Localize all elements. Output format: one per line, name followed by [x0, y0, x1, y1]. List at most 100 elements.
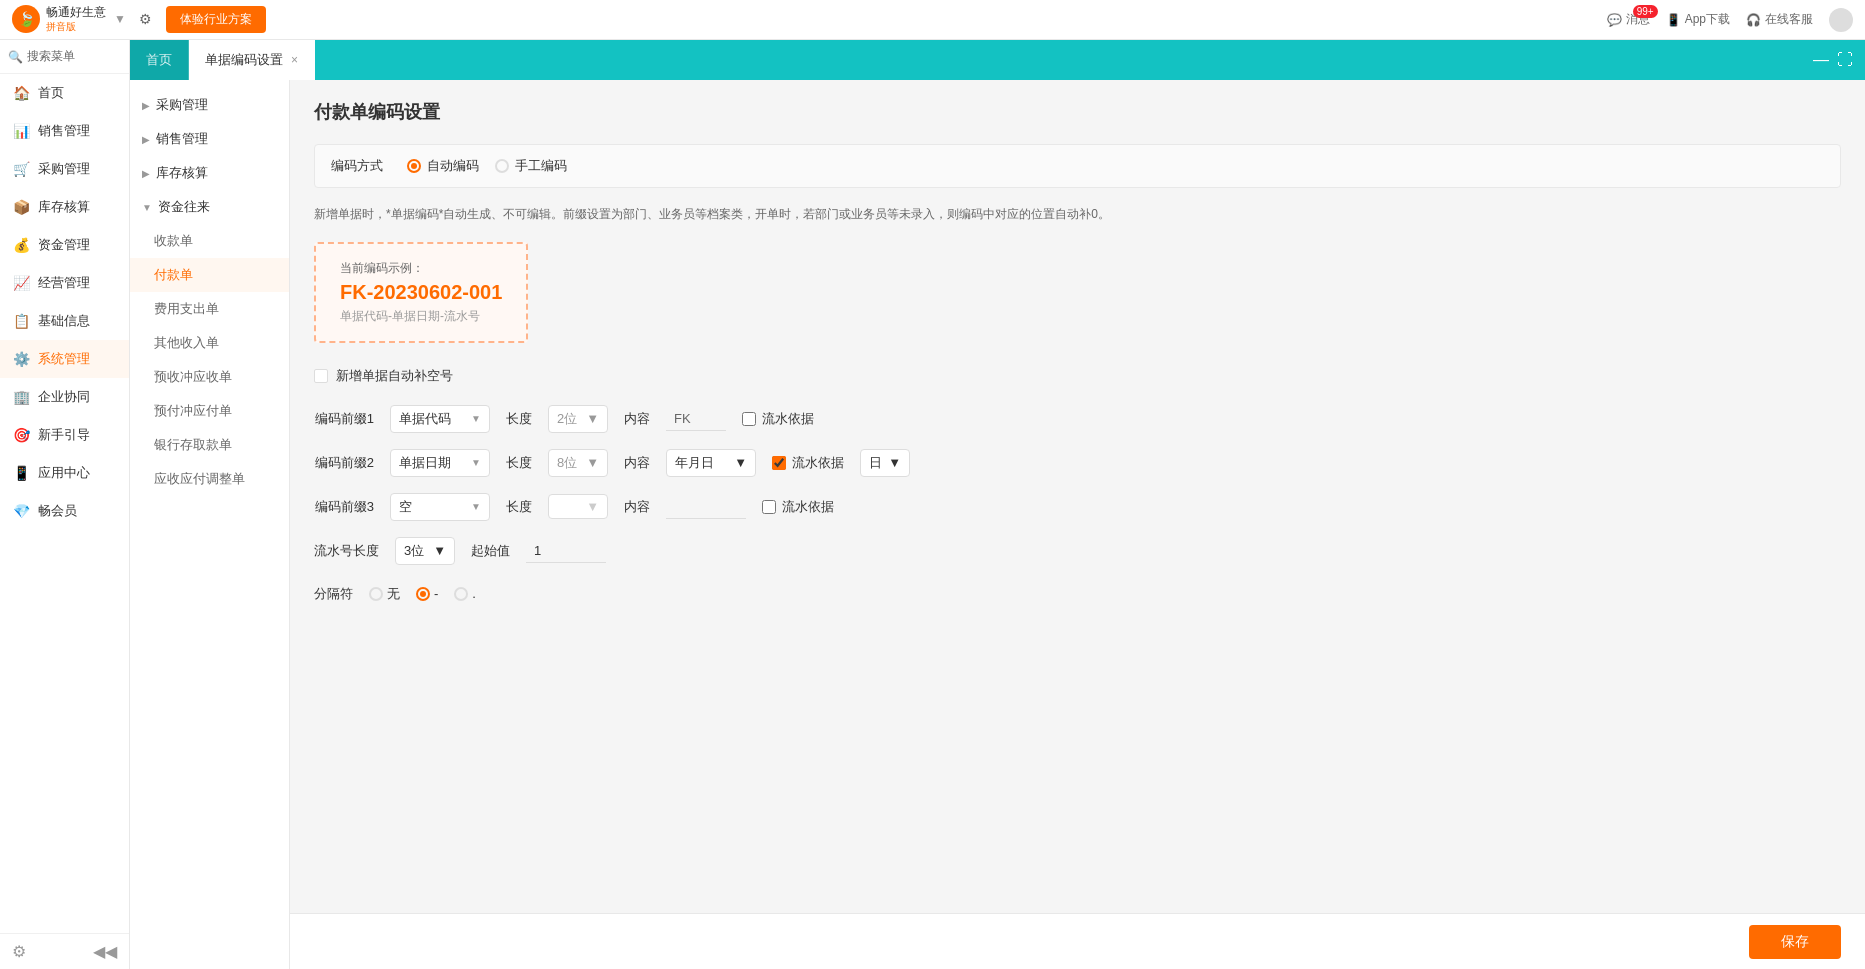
- serial-follow2-label: 流水依据: [792, 454, 844, 472]
- finance-icon: 💰: [12, 236, 30, 254]
- sub-menu-item-receipt[interactable]: 收款单: [130, 224, 289, 258]
- sep-dash-circle: [416, 587, 430, 601]
- sidebar-item-vip[interactable]: 💎 畅会员: [0, 492, 129, 530]
- preview-desc: 单据代码-单据日期-流水号: [340, 308, 502, 325]
- sep-dash-radio[interactable]: -: [416, 586, 438, 601]
- settings-icon[interactable]: ⚙: [134, 7, 158, 31]
- radio-manual-encode[interactable]: 手工编码: [495, 157, 567, 175]
- prefix1-select[interactable]: 单据代码 ▼: [390, 405, 490, 433]
- sidebar-item-guide[interactable]: 🎯 新手引导: [0, 416, 129, 454]
- sub-menu-header-inventory[interactable]: ▶ 库存核算: [130, 156, 289, 190]
- length1-select[interactable]: 2位 ▼: [548, 405, 608, 433]
- length2-select[interactable]: 8位 ▼: [548, 449, 608, 477]
- day-select[interactable]: 日 ▼: [860, 449, 910, 477]
- sub-menu-header-capital[interactable]: ▼ 资金往来: [130, 190, 289, 224]
- sidebar-item-basic[interactable]: 📋 基础信息: [0, 302, 129, 340]
- arrow-right-icon: ▶: [142, 134, 150, 145]
- prefix2-select[interactable]: 单据日期 ▼: [390, 449, 490, 477]
- sidebar-item-sales[interactable]: 📊 销售管理: [0, 112, 129, 150]
- sidebar-collapse-icon[interactable]: ◀◀: [93, 942, 117, 961]
- content-right: 付款单编码设置 编码方式 自动编码 手工编码: [290, 80, 1865, 969]
- search-label: 搜索菜单: [27, 48, 75, 65]
- trial-btn[interactable]: 体验行业方案: [166, 6, 266, 33]
- dropdown-arrow-icon: ▼: [471, 501, 481, 512]
- dropdown-arrow-icon: ▼: [734, 455, 747, 470]
- sidebar-item-purchase[interactable]: 🛒 采购管理: [0, 150, 129, 188]
- user-avatar[interactable]: [1829, 8, 1853, 32]
- message-btn[interactable]: 💬 消息 99+: [1607, 11, 1650, 28]
- serial-follow1-group: 流水依据: [742, 410, 814, 428]
- app-logo: 🍃 畅通好生意 拼音版: [12, 5, 106, 33]
- sub-menu-item-payment[interactable]: 付款单: [130, 258, 289, 292]
- arrow-right-icon: ▶: [142, 100, 150, 111]
- sidebar-item-home[interactable]: 🏠 首页: [0, 74, 129, 112]
- prefix3-select[interactable]: 空 ▼: [390, 493, 490, 521]
- sidebar-search[interactable]: 🔍 搜索菜单: [0, 40, 129, 74]
- sidebar-item-label: 畅会员: [38, 502, 77, 520]
- prefix2-row: 编码前缀2 单据日期 ▼ 长度 8位 ▼ 内容 年月日: [314, 449, 1841, 477]
- sub-menu-item-bank[interactable]: 银行存取款单: [130, 428, 289, 462]
- sidebar-item-label: 资金管理: [38, 236, 90, 254]
- save-button[interactable]: 保存: [1749, 925, 1841, 959]
- sub-menu-item-adjustment[interactable]: 应收应付调整单: [130, 462, 289, 496]
- serial-follow1-checkbox[interactable]: [742, 412, 756, 426]
- tab-current-label: 单据编码设置: [205, 51, 283, 69]
- sidebar-item-inventory[interactable]: 📦 库存核算: [0, 188, 129, 226]
- sub-menu-item-expense[interactable]: 费用支出单: [130, 292, 289, 326]
- topbar-left: 🍃 畅通好生意 拼音版 ▼ ⚙ 体验行业方案: [12, 5, 266, 33]
- sub-sidebar: ▶ 采购管理 ▶ 销售管理 ▶ 库存核算: [130, 80, 290, 969]
- sub-menu-header-label: 库存核算: [156, 164, 208, 182]
- sidebar-item-label: 销售管理: [38, 122, 90, 140]
- sidebar-item-apps[interactable]: 📱 应用中心: [0, 454, 129, 492]
- page-title: 付款单编码设置: [314, 100, 1841, 124]
- sub-menu-item-prepay-pay[interactable]: 预付冲应付单: [130, 394, 289, 428]
- radio-group-encode: 自动编码 手工编码: [407, 157, 567, 175]
- auto-fill-checkbox[interactable]: [314, 369, 328, 383]
- content1-label: 内容: [624, 410, 650, 428]
- sub-menu-item-other-income[interactable]: 其他收入单: [130, 326, 289, 360]
- sidebar-item-label: 基础信息: [38, 312, 90, 330]
- system-icon: ⚙️: [12, 350, 30, 368]
- sidebar-item-label: 企业协同: [38, 388, 90, 406]
- sub-menu-header-sales[interactable]: ▶ 销售管理: [130, 122, 289, 156]
- serial-follow2-group: 流水依据: [772, 454, 844, 472]
- content3-input[interactable]: [666, 495, 746, 519]
- preview-label: 当前编码示例：: [340, 260, 502, 277]
- length3-select[interactable]: ▼: [548, 494, 608, 519]
- sidebar-item-label: 系统管理: [38, 350, 90, 368]
- topbar: 🍃 畅通好生意 拼音版 ▼ ⚙ 体验行业方案 💬 消息 99+ 📱 App下载 …: [0, 0, 1865, 40]
- sep-none-radio[interactable]: 无: [369, 585, 400, 603]
- logo-text: 畅通好生意: [46, 5, 106, 19]
- sep-dot-label: .: [472, 586, 476, 601]
- content2-select[interactable]: 年月日 ▼: [666, 449, 756, 477]
- tab-close-icon[interactable]: ×: [291, 53, 298, 67]
- content2-value: 年月日: [675, 454, 714, 472]
- tab-current[interactable]: 单据编码设置 ×: [189, 40, 315, 80]
- start-val-input[interactable]: [526, 539, 606, 563]
- maximize-icon[interactable]: ⛶: [1837, 51, 1853, 69]
- online-service-btn[interactable]: 🎧 在线客服: [1746, 11, 1813, 28]
- dropdown-arrow-icon: ▼: [433, 543, 446, 558]
- sidebar-item-system[interactable]: ⚙️ 系统管理: [0, 340, 129, 378]
- tab-home[interactable]: 首页: [130, 40, 189, 80]
- serial-follow3-checkbox[interactable]: [762, 500, 776, 514]
- sep-dot-radio[interactable]: .: [454, 586, 476, 601]
- sidebar-item-operation[interactable]: 📈 经营管理: [0, 264, 129, 302]
- sub-menu-header-purchase[interactable]: ▶ 采购管理: [130, 88, 289, 122]
- sidebar-item-enterprise[interactable]: 🏢 企业协同: [0, 378, 129, 416]
- dropdown-arrow-icon: ▼: [471, 457, 481, 468]
- radio-auto-encode[interactable]: 自动编码: [407, 157, 479, 175]
- sub-menu-item-prepay-recv[interactable]: 预收冲应收单: [130, 360, 289, 394]
- tab-home-label: 首页: [146, 51, 172, 69]
- topbar-dropdown[interactable]: ▼: [114, 12, 126, 26]
- content1-input[interactable]: [666, 407, 726, 431]
- serial-follow2-checkbox[interactable]: [772, 456, 786, 470]
- app-download-btn[interactable]: 📱 App下载: [1666, 11, 1730, 28]
- sidebar-settings-icon[interactable]: ⚙: [12, 942, 26, 961]
- sub-menu-header-label: 销售管理: [156, 130, 208, 148]
- serial-len-select[interactable]: 3位 ▼: [395, 537, 455, 565]
- content3-label: 内容: [624, 498, 650, 516]
- sidebar-item-finance[interactable]: 💰 资金管理: [0, 226, 129, 264]
- auto-fill-row: 新增单据自动补空号: [314, 367, 1841, 385]
- minimize-icon[interactable]: —: [1813, 51, 1829, 69]
